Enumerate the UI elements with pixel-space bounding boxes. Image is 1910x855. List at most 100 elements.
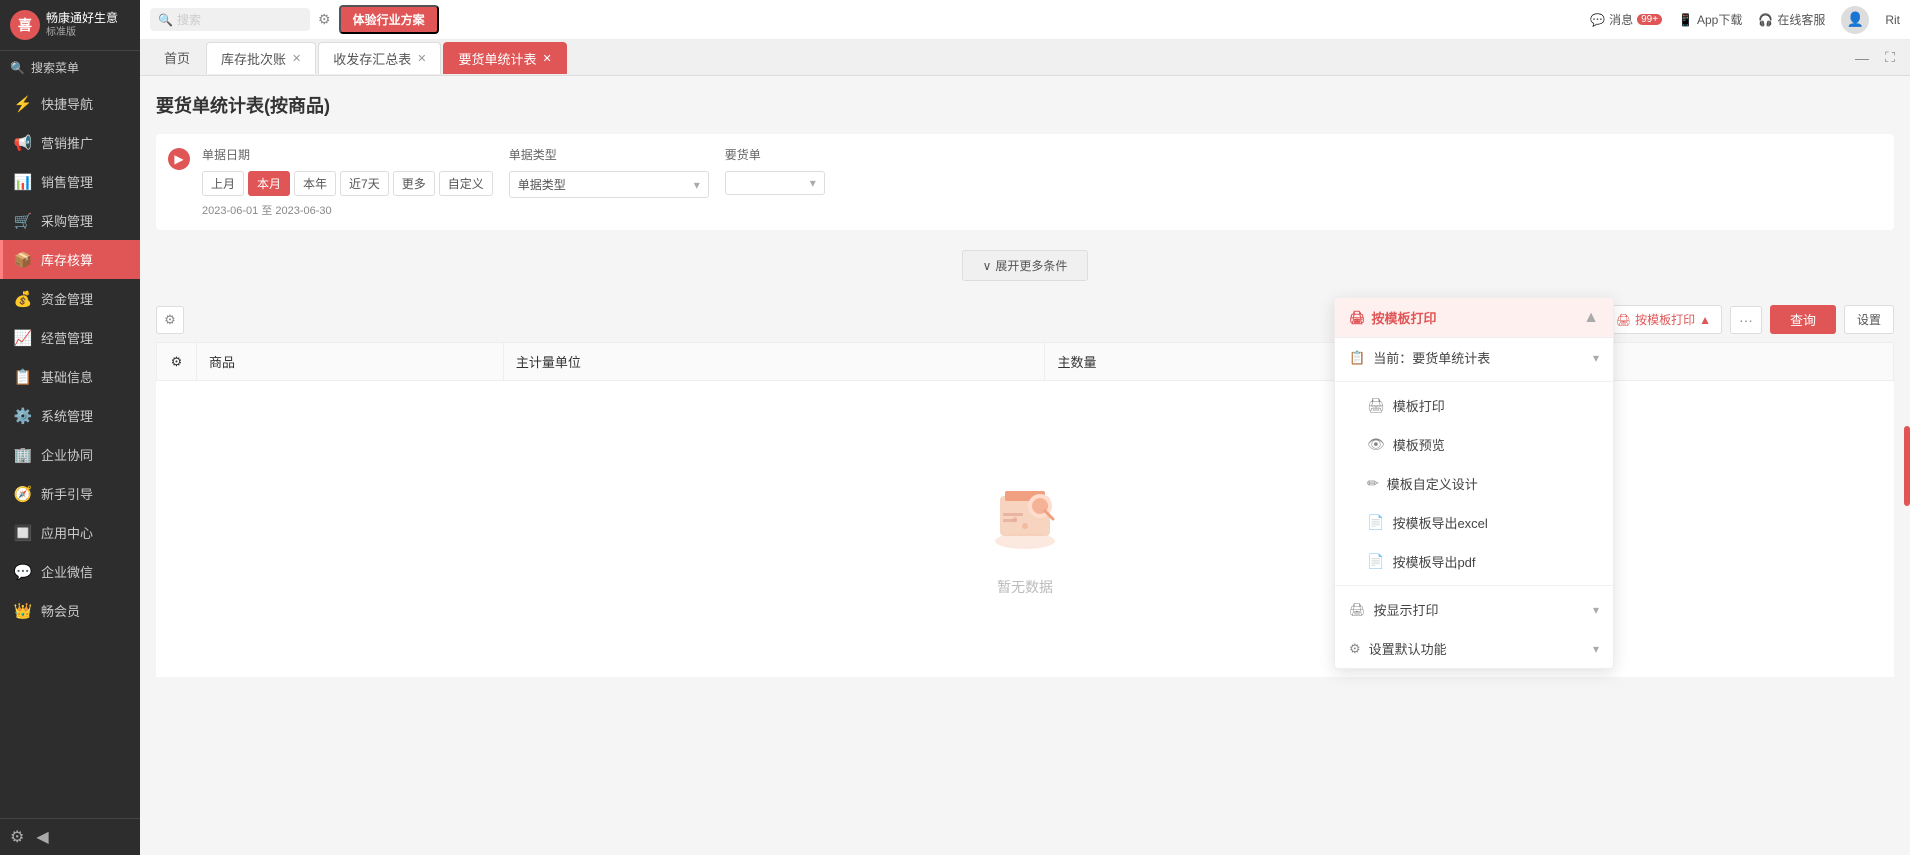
tab-home[interactable]: 首页 bbox=[150, 42, 204, 73]
template-print-button[interactable]: 🖨 按模板打印 ▲ bbox=[1605, 305, 1722, 334]
sidebar-item-basic[interactable]: 📋 基础信息 bbox=[0, 357, 140, 396]
col-product-label: 商品 bbox=[209, 355, 235, 370]
tab-inventory-batch[interactable]: 库存批次账 ✕ bbox=[206, 42, 316, 74]
tab-receipt-summary-close[interactable]: ✕ bbox=[417, 52, 426, 65]
type-filter-label: 单据类型 bbox=[509, 146, 709, 163]
online-service-label: 在线客服 bbox=[1777, 11, 1825, 28]
display-print-item-icon: 🖨 bbox=[1349, 602, 1366, 618]
sidebar-item-marketing[interactable]: 📢 营销推广 bbox=[0, 123, 140, 162]
sidebar-item-enterprise[interactable]: 🏢 企业协同 bbox=[0, 435, 140, 474]
dropdown-template-export-pdf[interactable]: 📄 按模板导出pdf bbox=[1335, 542, 1613, 581]
dropdown-template-design[interactable]: ✏ 模板自定义设计 bbox=[1335, 464, 1613, 503]
app-tag: 标准版 bbox=[46, 26, 118, 39]
template-export-excel-item-label: 按模板导出excel bbox=[1392, 513, 1487, 532]
sidebar-item-apps[interactable]: 🔲 应用中心 bbox=[0, 513, 140, 552]
scroll-indicator[interactable] bbox=[1904, 426, 1910, 506]
dropdown-display-print[interactable]: 🖨 按显示打印 ▾ bbox=[1335, 590, 1613, 629]
sidebar-item-finance[interactable]: 💰 资金管理 bbox=[0, 279, 140, 318]
tab-order-stats-close[interactable]: ✕ bbox=[543, 52, 552, 65]
more-options-button[interactable]: ··· bbox=[1730, 306, 1762, 334]
topbar-search-placeholder: 搜索 bbox=[177, 11, 201, 28]
template-export-excel-item-left: 📄 按模板导出excel bbox=[1367, 513, 1488, 532]
current-item-icon: 📋 bbox=[1349, 350, 1365, 366]
sales-icon: 📊 bbox=[13, 173, 33, 191]
topbar-actions: 💬 消息 99+ 📱 App下载 🎧 在线客服 👤 Rit bbox=[1590, 6, 1900, 34]
sidebar-item-wechat[interactable]: 💬 企业微信 bbox=[0, 552, 140, 591]
col-unit-label: 主计量单位 bbox=[516, 355, 581, 370]
app-download-action[interactable]: 📱 App下载 bbox=[1678, 11, 1742, 28]
dropdown-divider-1 bbox=[1335, 381, 1613, 382]
display-print-item-label: 按显示打印 bbox=[1374, 600, 1439, 619]
set-default-item-icon: ⚙ bbox=[1349, 641, 1361, 657]
tab-order-stats[interactable]: 要货单统计表 ✕ bbox=[443, 42, 566, 74]
topbar-search[interactable]: 🔍 搜索 bbox=[150, 8, 310, 31]
sidebar-item-sales[interactable]: 📊 销售管理 bbox=[0, 162, 140, 201]
sidebar-item-guide[interactable]: 🧭 新手引导 bbox=[0, 474, 140, 513]
sidebar-search[interactable]: 🔍 搜索菜单 bbox=[0, 51, 140, 84]
sidebar-item-quicknav[interactable]: ⚡ 快捷导航 bbox=[0, 84, 140, 123]
sales-label: 销售管理 bbox=[41, 172, 93, 191]
online-service-action[interactable]: 🎧 在线客服 bbox=[1758, 11, 1825, 28]
quicknav-icon: ⚡ bbox=[13, 95, 33, 113]
type-select[interactable]: 单据类型 ▾ bbox=[509, 171, 709, 198]
col-quantity-label: 主数量 bbox=[1057, 355, 1096, 370]
col-unit[interactable]: 主计量单位 bbox=[503, 343, 1045, 381]
dropdown-template-export-excel[interactable]: 📄 按模板导出excel bbox=[1335, 503, 1613, 542]
tab-receipt-summary[interactable]: 收发存汇总表 ✕ bbox=[318, 42, 441, 74]
trial-button[interactable]: 体验行业方案 bbox=[339, 5, 439, 34]
toolbar-right: 🖨 按模板打印 ▲ ··· 查询 设置 bbox=[1605, 305, 1894, 334]
enterprise-icon: 🏢 bbox=[13, 446, 33, 464]
dropdown-template-preview[interactable]: 👁 模板预览 bbox=[1335, 425, 1613, 464]
sidebar-item-purchase[interactable]: 🛒 采购管理 bbox=[0, 201, 140, 240]
last7days-btn[interactable]: 近7天 bbox=[340, 171, 389, 196]
dropdown-close-button[interactable]: ▲ bbox=[1583, 309, 1599, 327]
topbar-search-icon: 🔍 bbox=[158, 13, 173, 27]
sidebar-item-inventory[interactable]: 📦 库存核算 bbox=[0, 240, 140, 279]
template-print-dropdown: 🖨 按模板打印 ▲ 📋 当前：要货单统计表 ▾ 🖨 bbox=[1334, 297, 1614, 669]
app-download-label: App下载 bbox=[1697, 11, 1742, 28]
tab-inventory-batch-label: 库存批次账 bbox=[221, 49, 286, 68]
sidebar-item-operations[interactable]: 📈 经营管理 bbox=[0, 318, 140, 357]
toolbar-left: ⚙ bbox=[156, 306, 184, 334]
col-product[interactable]: 商品 bbox=[197, 343, 504, 381]
inventory-icon: 📦 bbox=[13, 251, 33, 269]
tab-minimize-button[interactable]: — bbox=[1850, 46, 1874, 70]
topbar-gear-icon[interactable]: ⚙ bbox=[318, 11, 331, 28]
sidebar-item-member[interactable]: 👑 畅会员 bbox=[0, 591, 140, 630]
filter-panel: ▶ 单据日期 上月 本月 本年 近7天 更多 自定义 2023-06-01 至 … bbox=[156, 134, 1894, 230]
tab-maximize-button[interactable]: ⛶ bbox=[1878, 46, 1902, 70]
display-print-item-left: 🖨 按显示打印 bbox=[1349, 600, 1439, 619]
dropdown-template-print[interactable]: 🖨 模板打印 bbox=[1335, 386, 1613, 425]
settings-icon[interactable]: ⚙ bbox=[10, 827, 24, 847]
tab-order-stats-label: 要货单统计表 bbox=[458, 49, 536, 68]
toolbar: ⚙ 🖨 按模板打印 ▲ ··· 查询 设置 🖨 按模板打印 bbox=[156, 297, 1894, 342]
current-item-arrow: ▾ bbox=[1593, 351, 1599, 365]
table-settings-button[interactable]: ⚙ bbox=[156, 306, 184, 334]
sidebar-item-system[interactable]: ⚙️ 系统管理 bbox=[0, 396, 140, 435]
quicknav-label: 快捷导航 bbox=[41, 94, 93, 113]
user-avatar[interactable]: 👤 bbox=[1841, 6, 1869, 34]
guide-icon: 🧭 bbox=[13, 485, 33, 503]
template-design-item-icon: ✏ bbox=[1367, 475, 1379, 492]
dropdown-current-item[interactable]: 📋 当前：要货单统计表 ▾ bbox=[1335, 338, 1613, 377]
search-label: 搜索菜单 bbox=[31, 59, 79, 76]
template-export-excel-item-icon: 📄 bbox=[1367, 514, 1384, 531]
more-btn[interactable]: 更多 bbox=[393, 171, 435, 196]
guide-label: 新手引导 bbox=[41, 484, 93, 503]
tab-inventory-batch-close[interactable]: ✕ bbox=[292, 52, 301, 65]
query-button[interactable]: 查询 bbox=[1770, 305, 1836, 334]
messages-action[interactable]: 💬 消息 99+ bbox=[1590, 11, 1662, 28]
settings-button[interactable]: 设置 bbox=[1844, 305, 1894, 334]
template-design-item-left: ✏ 模板自定义设计 bbox=[1367, 474, 1478, 493]
dropdown-set-default[interactable]: ⚙ 设置默认功能 ▾ bbox=[1335, 629, 1613, 668]
display-print-arrow: ▾ bbox=[1593, 603, 1599, 617]
cargo-select[interactable]: ▾ bbox=[725, 171, 825, 195]
collapse-icon[interactable]: ◀ bbox=[36, 827, 48, 847]
current-year-btn[interactable]: 本年 bbox=[294, 171, 336, 196]
col-settings[interactable]: ⚙ bbox=[157, 343, 197, 381]
expand-more-button[interactable]: ∨ 展开更多条件 bbox=[962, 250, 1089, 281]
filter-expand-button[interactable]: ▶ bbox=[168, 148, 190, 170]
current-month-btn[interactable]: 本月 bbox=[248, 171, 290, 196]
custom-btn[interactable]: 自定义 bbox=[439, 171, 493, 196]
prev-month-btn[interactable]: 上月 bbox=[202, 171, 244, 196]
